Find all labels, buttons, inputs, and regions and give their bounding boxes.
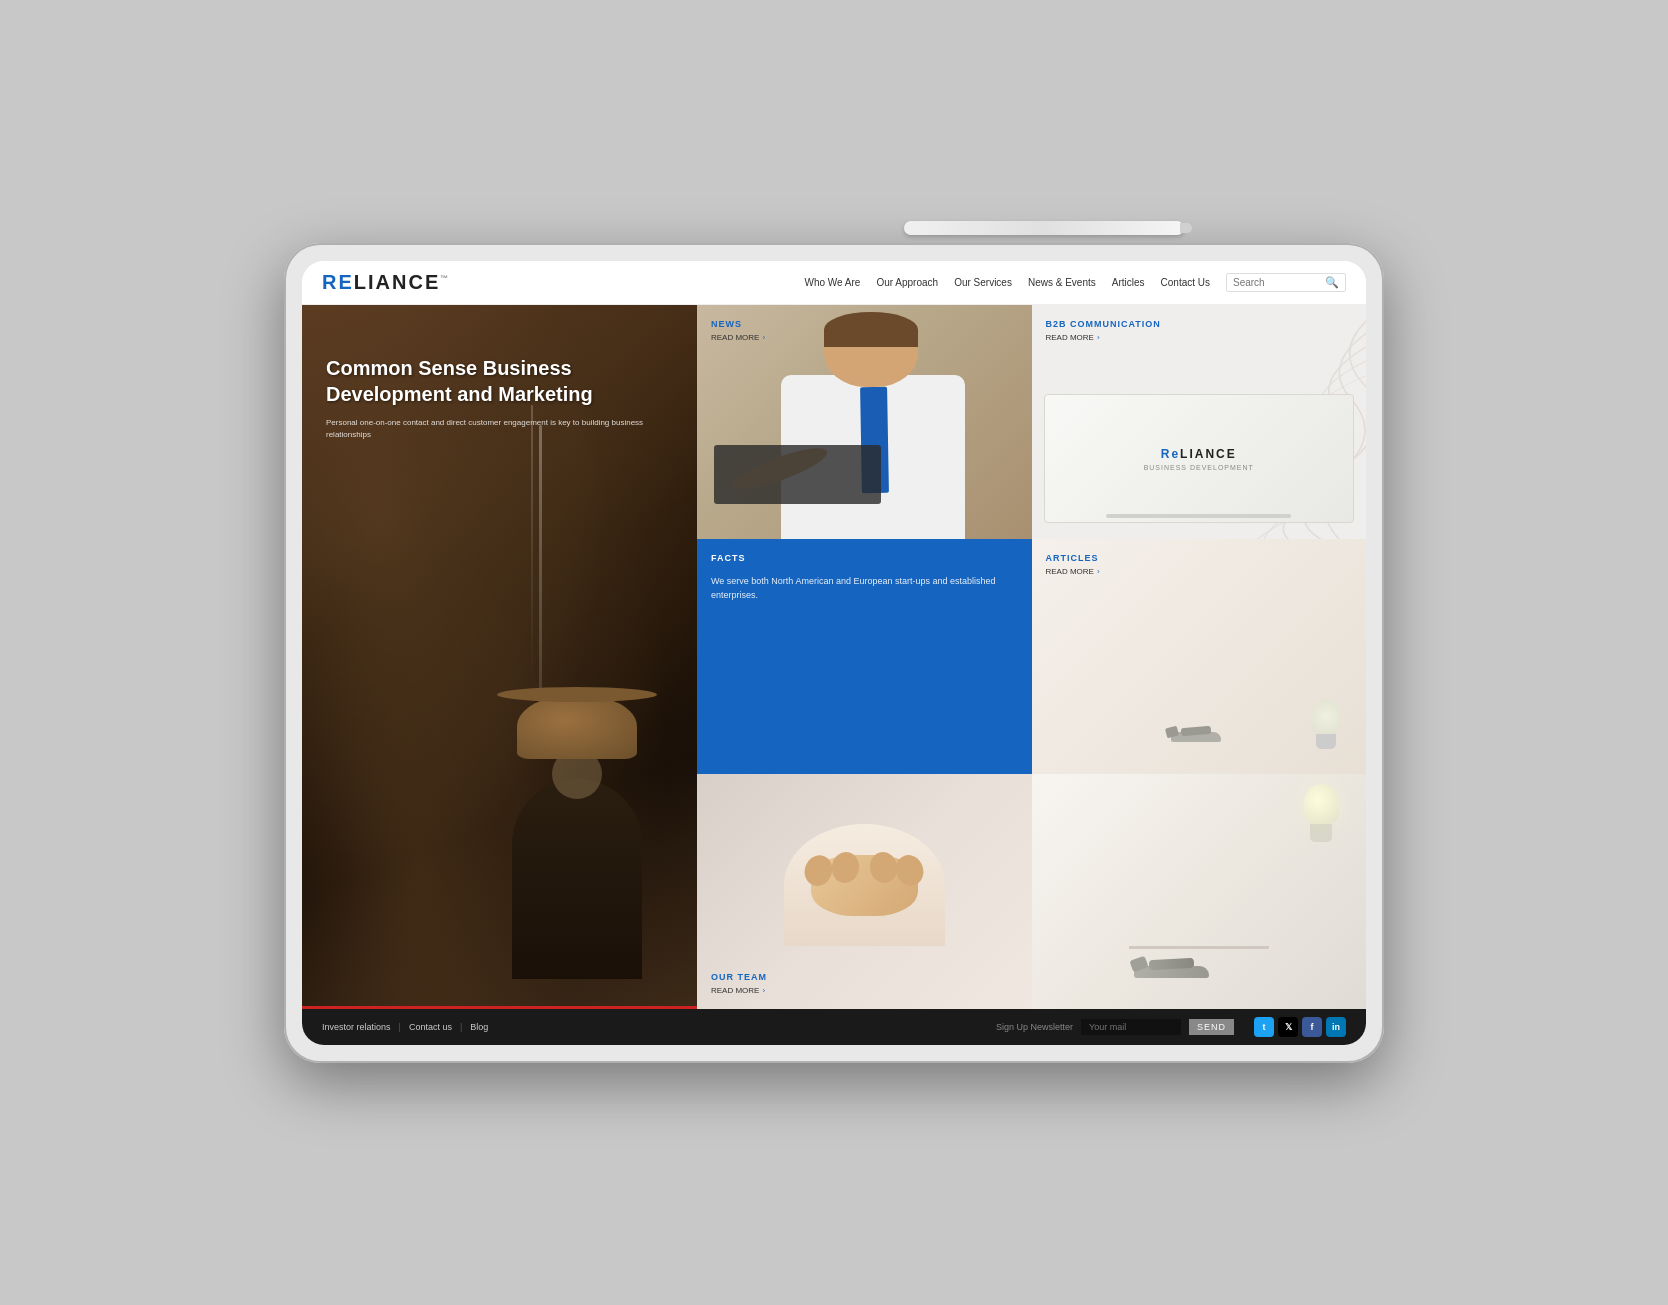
bulb-base: [1316, 734, 1336, 749]
toy-plane: [1166, 724, 1236, 749]
team-arrow: ›: [762, 986, 765, 995]
apple-pencil: [904, 221, 1184, 235]
hero-heading: Common Sense Business Development and Ma…: [326, 355, 677, 407]
search-icon[interactable]: 🔍: [1325, 276, 1339, 289]
b2b-logo-re: Re: [1161, 447, 1180, 461]
b2b-cell: ReLIANCE BUSINESS DEVELOPMENT B2B COMMUN…: [1032, 305, 1367, 540]
news-label: NEWS: [711, 319, 1018, 329]
hero-section: Common Sense Business Development and Ma…: [302, 305, 697, 1009]
hero-accent-bar: [302, 1006, 697, 1009]
newsletter-label: Sign Up Newsletter: [996, 1022, 1073, 1032]
hero-text-container: Common Sense Business Development and Ma…: [326, 355, 677, 441]
logo[interactable]: ReLIANCE™: [322, 271, 450, 294]
body: [512, 779, 642, 979]
logo-tm: ™: [440, 274, 450, 283]
hero-figure: [497, 687, 657, 979]
right-grid: NEWS READ MORE ›: [697, 305, 1366, 1009]
articles-decorative: [1226, 699, 1346, 754]
b2b-logo: ReLIANCE: [1161, 447, 1237, 461]
b2b-overlay: B2B COMMUNICATION READ MORE ›: [1032, 305, 1367, 356]
search-input[interactable]: [1233, 277, 1325, 288]
laptop-keyboard-bar: [1106, 514, 1291, 518]
team-cell: OUR TEAM READ MORE ›: [697, 774, 1032, 1009]
metal-plane-wing: [1149, 957, 1194, 969]
bulb-base-2: [1310, 824, 1332, 842]
nav-link-contact-us[interactable]: Contact Us: [1161, 277, 1210, 288]
social-x-button[interactable]: 𝕏: [1278, 1017, 1298, 1037]
b2b-arrow: ›: [1097, 333, 1100, 342]
b2b-label: B2B COMMUNICATION: [1046, 319, 1353, 329]
newsletter-send-button[interactable]: SEND: [1189, 1019, 1234, 1035]
b2b-logo-tagline: BUSINESS DEVELOPMENT: [1144, 464, 1254, 471]
social-facebook-button[interactable]: f: [1302, 1017, 1322, 1037]
newsletter-email-input[interactable]: [1081, 1019, 1181, 1035]
waterfall-effect: [539, 425, 542, 725]
articles-photo-cell: [1032, 774, 1367, 1009]
hands-container: [730, 794, 998, 947]
lightbulb: [1306, 699, 1346, 754]
articles-read-more[interactable]: READ MORE ›: [1046, 567, 1353, 576]
news-read-more[interactable]: READ MORE ›: [711, 333, 1018, 342]
nav-links: Who We Are Our Approach Our Services New…: [804, 277, 1210, 288]
nav-link-news-events[interactable]: News & Events: [1028, 277, 1096, 288]
footer-link-investor[interactable]: Investor relations: [322, 1022, 391, 1032]
waterfall-effect-2: [531, 405, 533, 685]
footer-sep-2: |: [460, 1022, 462, 1032]
news-overlay: NEWS READ MORE ›: [697, 305, 1032, 356]
social-linkedin-button[interactable]: in: [1326, 1017, 1346, 1037]
navigation: ReLIANCE™ Who We Are Our Approach Our Se…: [302, 261, 1366, 305]
hat-brim: [497, 687, 657, 702]
hero-subtext: Personal one-on-one contact and direct c…: [326, 417, 677, 441]
search-box[interactable]: 🔍: [1226, 273, 1346, 292]
facts-text: We serve both North American and Europea…: [711, 575, 1018, 602]
facts-label: FACTS: [711, 553, 1018, 563]
footer: Investor relations | Contact us | Blog S…: [302, 1009, 1366, 1045]
logo-re: Re: [322, 271, 354, 293]
facts-cell: FACTS We serve both North American and E…: [697, 539, 1032, 774]
table-surface: [1129, 946, 1269, 949]
footer-links: Investor relations | Contact us | Blog: [322, 1022, 488, 1032]
bulb-glass: [1311, 699, 1341, 734]
blurred-bulb: [1296, 784, 1346, 854]
hat-dome: [517, 694, 637, 759]
news-cell: NEWS READ MORE ›: [697, 305, 1032, 540]
footer-sep-1: |: [399, 1022, 401, 1032]
ipad-screen: ReLIANCE™ Who We Are Our Approach Our Se…: [302, 261, 1366, 1045]
read-more-arrow: ›: [762, 333, 765, 342]
team-overlay: OUR TEAM READ MORE ›: [697, 958, 1032, 1009]
footer-link-contact[interactable]: Contact us: [409, 1022, 452, 1032]
articles-arrow: ›: [1097, 567, 1100, 576]
team-read-more[interactable]: READ MORE ›: [711, 986, 1018, 995]
articles-photo-decoration: [1129, 946, 1269, 989]
ipad-device: ReLIANCE™ Who We Are Our Approach Our Se…: [284, 243, 1384, 1063]
nav-link-our-services[interactable]: Our Services: [954, 277, 1012, 288]
b2b-read-more[interactable]: READ MORE ›: [1046, 333, 1353, 342]
footer-social: t 𝕏 f in: [1254, 1017, 1346, 1037]
nav-link-who-we-are[interactable]: Who We Are: [804, 277, 860, 288]
articles-overlay: ARTICLES READ MORE ›: [1032, 539, 1367, 590]
articles-cell: ARTICLES READ MORE ›: [1032, 539, 1367, 774]
laptop-mockup: ReLIANCE BUSINESS DEVELOPMENT: [1044, 394, 1355, 523]
team-label: OUR TEAM: [711, 972, 1018, 982]
logo-liance: LIANCE: [354, 271, 440, 293]
articles-label: ARTICLES: [1046, 553, 1353, 563]
b2b-logo-liance: LIANCE: [1180, 447, 1237, 461]
notebook: [714, 445, 881, 504]
nav-link-our-approach[interactable]: Our Approach: [876, 277, 938, 288]
footer-newsletter: Sign Up Newsletter SEND: [996, 1019, 1234, 1035]
social-twitter-button[interactable]: t: [1254, 1017, 1274, 1037]
bulb-glow: [1304, 784, 1339, 824]
nav-link-articles[interactable]: Articles: [1112, 277, 1145, 288]
main-content: Common Sense Business Development and Ma…: [302, 305, 1366, 1009]
footer-link-blog[interactable]: Blog: [470, 1022, 488, 1032]
metal-plane: [1129, 954, 1229, 989]
logo-text: ReLIANCE™: [322, 271, 450, 294]
